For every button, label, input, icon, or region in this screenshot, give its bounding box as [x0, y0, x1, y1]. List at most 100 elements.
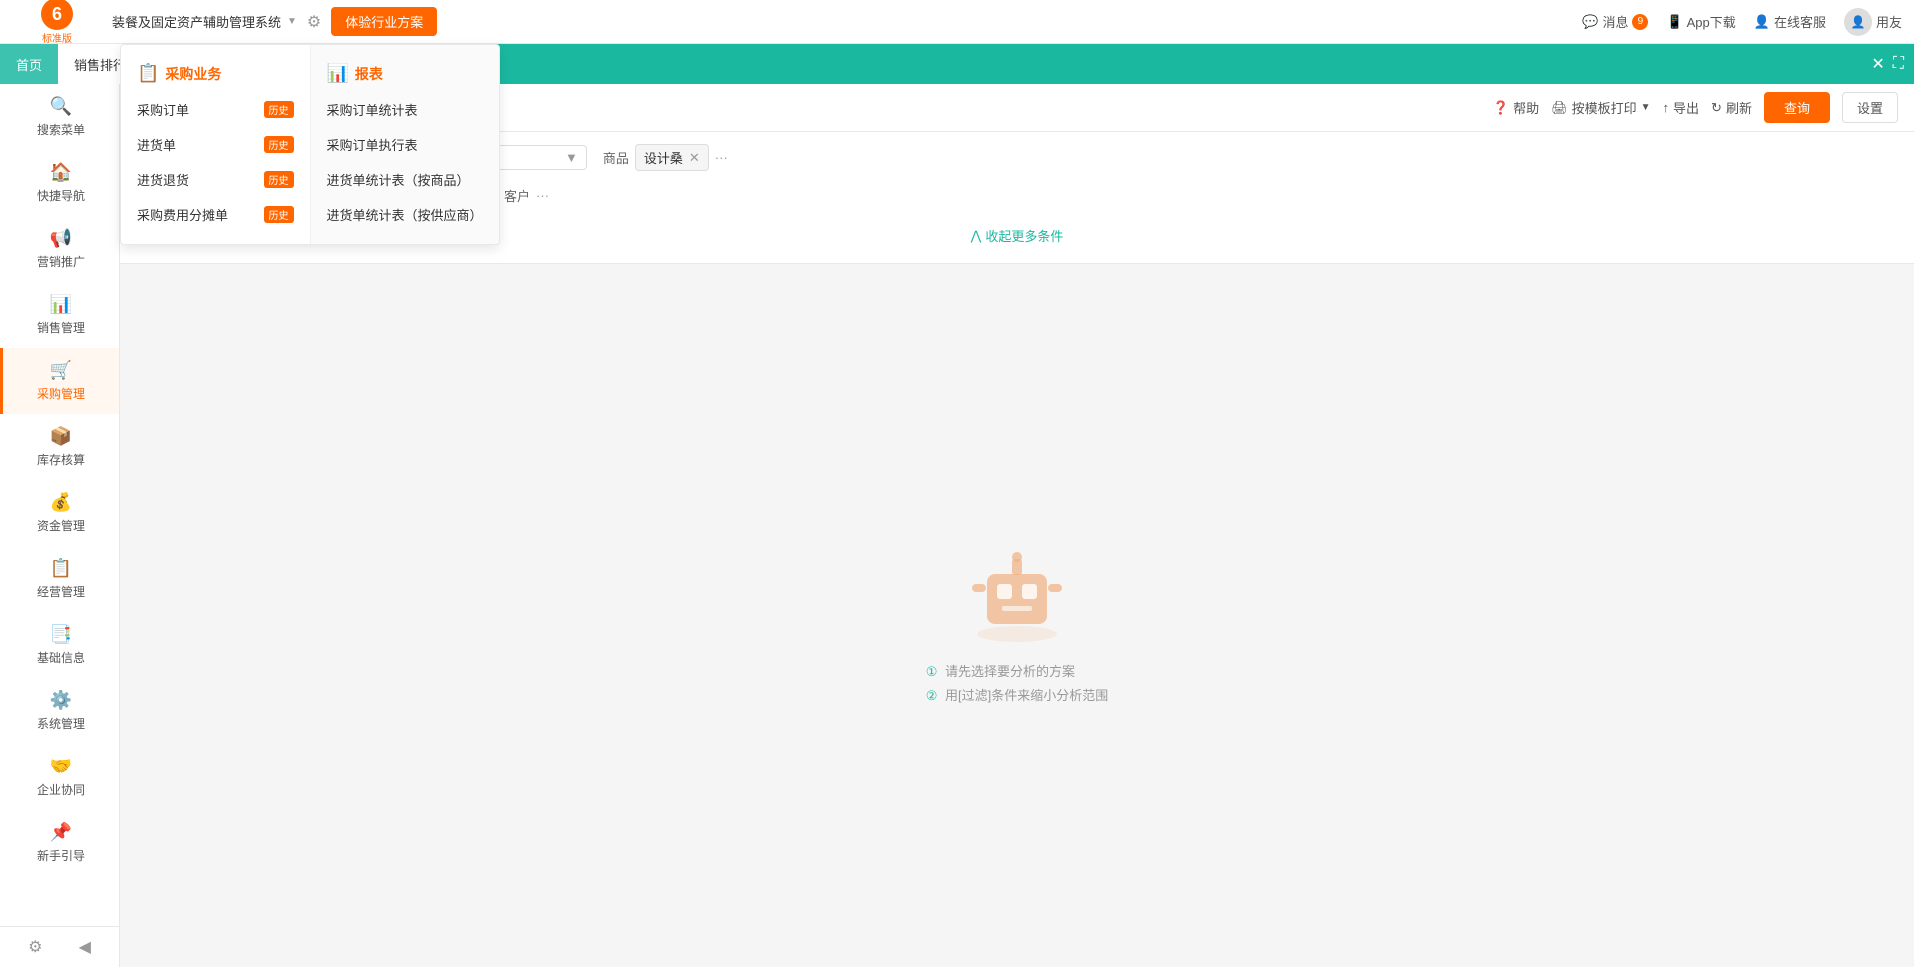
online-service-item[interactable]: 👤 在线客服 [1754, 12, 1826, 31]
empty-tip-1: ① 请先选择要分析的方案 [926, 660, 1109, 683]
purchase-col-title-text: 采购业务 [165, 64, 221, 84]
sidebar-settings-icon[interactable]: ⚙ [28, 937, 42, 957]
goods-tag-value: 设计桑 [644, 148, 683, 167]
marketing-icon: 📢 [50, 228, 72, 249]
sidebar-item-guide[interactable]: 📌 新手引导 [0, 810, 119, 876]
service-label: 在线客服 [1774, 12, 1826, 31]
dropdown-item-purchase-order-stat[interactable]: 采购订单统计表 [311, 92, 500, 127]
app-icon: 📱 [1666, 14, 1682, 30]
app-download-item[interactable]: 📱 App下载 [1666, 12, 1735, 31]
system-settings-icon[interactable]: ⚙ [307, 12, 321, 32]
sidebar-item-enterprise[interactable]: 🤝 企业协同 [0, 744, 119, 810]
message-label: 消息 [1602, 12, 1628, 31]
dropdown-item-purchase-order[interactable]: 采购订单 历史 [121, 92, 310, 127]
refresh-button[interactable]: ↻ 刷新 [1711, 98, 1752, 117]
basic-icon: 📑 [50, 624, 72, 645]
settings-action-button[interactable]: 设置 [1842, 92, 1898, 123]
system-title: 装餐及固定资产辅助管理系统 ▼ [112, 12, 297, 31]
system-icon: ⚙️ [50, 690, 72, 711]
sidebar-inventory-label: 库存核算 [37, 451, 85, 468]
sales-icon: 📊 [50, 294, 72, 315]
sidebar-bottom: ⚙ ◀ [0, 926, 119, 967]
sidebar-item-system[interactable]: ⚙️ 系统管理 [0, 678, 119, 744]
sidebar-sales-label: 销售管理 [37, 319, 85, 336]
print-dropdown-icon[interactable]: ▼ [1641, 102, 1651, 113]
dropdown-item-goods-return[interactable]: 进货退货 历史 [121, 162, 310, 197]
search-icon: 🔍 [50, 96, 72, 117]
sidebar-item-finance[interactable]: 💰 资金管理 [0, 480, 119, 546]
goods-label: 商品 [603, 148, 629, 167]
help-button[interactable]: ❓ 帮助 [1493, 98, 1539, 117]
sidebar-item-basic[interactable]: 📑 基础信息 [0, 612, 119, 678]
export-icon: ↑ [1663, 100, 1670, 115]
logo-area: 6 标准版 [12, 0, 102, 45]
goods-more-dots[interactable]: ··· [715, 150, 728, 165]
home-icon: 🏠 [50, 162, 72, 183]
sidebar-item-inventory[interactable]: 📦 库存核算 [0, 414, 119, 480]
dropdown-item-goods-stat-by-goods[interactable]: 进货单统计表（按商品） [311, 162, 500, 197]
goods-filter: 商品 设计桑 ✕ ··· [603, 144, 728, 171]
purchase-order-stat-label: 采购订单统计表 [327, 100, 418, 119]
sidebar-item-search[interactable]: 🔍 搜索菜单 [0, 84, 119, 150]
system-title-text: 装餐及固定资产辅助管理系统 [112, 12, 281, 31]
sidebar-finance-label: 资金管理 [37, 517, 85, 534]
system-dropdown-arrow[interactable]: ▼ [287, 16, 297, 27]
enterprise-icon: 🤝 [50, 756, 72, 777]
goods-tag[interactable]: 设计桑 ✕ [635, 144, 709, 171]
sidebar-collapse-icon[interactable]: ◀ [79, 937, 91, 957]
refresh-label: 刷新 [1726, 98, 1752, 117]
sidebar-system-label: 系统管理 [37, 715, 85, 732]
print-button[interactable]: 🖨 按模板打印 ▼ [1551, 98, 1650, 117]
dropdown-item-purchase-order-exec[interactable]: 采购订单执行表 [311, 127, 500, 162]
message-item[interactable]: 💬 消息 9 [1582, 12, 1648, 31]
export-button[interactable]: ↑ 导出 [1663, 98, 1700, 117]
sidebar-item-operations[interactable]: 📋 经营管理 [0, 546, 119, 612]
empty-state: ① 请先选择要分析的方案 ② 用[过滤]条件来缩小分析范围 [120, 264, 1914, 967]
dropdown-item-purchase-expense[interactable]: 采购费用分摊单 历史 [121, 197, 310, 232]
purchase-expense-history-badge: 历史 [264, 206, 294, 223]
dropdown-item-goods-receipt[interactable]: 进货单 历史 [121, 127, 310, 162]
top-right-area: 💬 消息 9 📱 App下载 👤 在线客服 👤 用友 [1582, 8, 1902, 36]
tab-fullscreen-icon[interactable]: ⛶ [1893, 55, 1904, 73]
app-label: App下载 [1687, 12, 1736, 31]
sidebar-item-marketing[interactable]: 📢 营销推广 [0, 216, 119, 282]
customer-filter: 客户 ··· [504, 186, 549, 205]
dropdown-goods-return-label: 进货退货 [137, 170, 189, 189]
print-icon: 🖨 [1551, 100, 1568, 116]
user-item[interactable]: 👤 用友 [1844, 8, 1902, 36]
tab-home-label: 首页 [16, 55, 42, 74]
export-label: 导出 [1673, 98, 1699, 117]
tab-home[interactable]: 首页 [0, 44, 58, 84]
purchase-order-history-badge: 历史 [264, 101, 294, 118]
sidebar-purchase-label: 采购管理 [37, 385, 85, 402]
dropdown-purchase-expense-label: 采购费用分摊单 [137, 205, 228, 224]
goods-return-history-badge: 历史 [264, 171, 294, 188]
purchase-icon: 🛒 [50, 360, 72, 381]
customer-more-dots[interactable]: ··· [536, 188, 549, 203]
help-icon: ❓ [1493, 100, 1509, 116]
sidebar-item-purchase[interactable]: 🛒 采购管理 [0, 348, 119, 414]
purchase-col-title: 📋 采购业务 [121, 57, 310, 92]
purchase-col: 📋 采购业务 采购订单 历史 进货单 历史 进货退货 历史 采购费用分摊单 历史 [121, 45, 310, 244]
guide-icon: 📌 [50, 822, 72, 843]
goods-tag-close-icon[interactable]: ✕ [689, 150, 700, 166]
report-col-title-text: 报表 [355, 64, 383, 84]
empty-state-icon [957, 544, 1077, 644]
avatar: 👤 [1844, 8, 1872, 36]
goods-stat-by-supplier-label: 进货单统计表（按供应商） [327, 205, 483, 224]
report-col-title: 📊 报表 [311, 57, 500, 92]
tab-close-all-icon[interactable]: ✕ [1871, 54, 1884, 74]
goods-receipt-history-badge: 历史 [264, 136, 294, 153]
collapse-up-icon: ⋀ [971, 228, 982, 244]
sidebar-item-sales[interactable]: 📊 销售管理 [0, 282, 119, 348]
query-button[interactable]: 查询 [1764, 92, 1830, 123]
voucher-status-arrow: ▼ [565, 150, 578, 165]
customer-label: 客户 [504, 186, 530, 205]
finance-icon: 💰 [50, 492, 72, 513]
sidebar-item-quick-nav[interactable]: 🏠 快捷导航 [0, 150, 119, 216]
report-col: 📊 报表 采购订单统计表 采购订单执行表 进货单统计表（按商品） 进货单统计表（… [310, 45, 500, 244]
industry-button[interactable]: 体验行业方案 [331, 7, 437, 36]
goods-stat-by-goods-label: 进货单统计表（按商品） [327, 170, 470, 189]
dropdown-item-goods-stat-by-supplier[interactable]: 进货单统计表（按供应商） [311, 197, 500, 232]
help-label: 帮助 [1513, 98, 1539, 117]
